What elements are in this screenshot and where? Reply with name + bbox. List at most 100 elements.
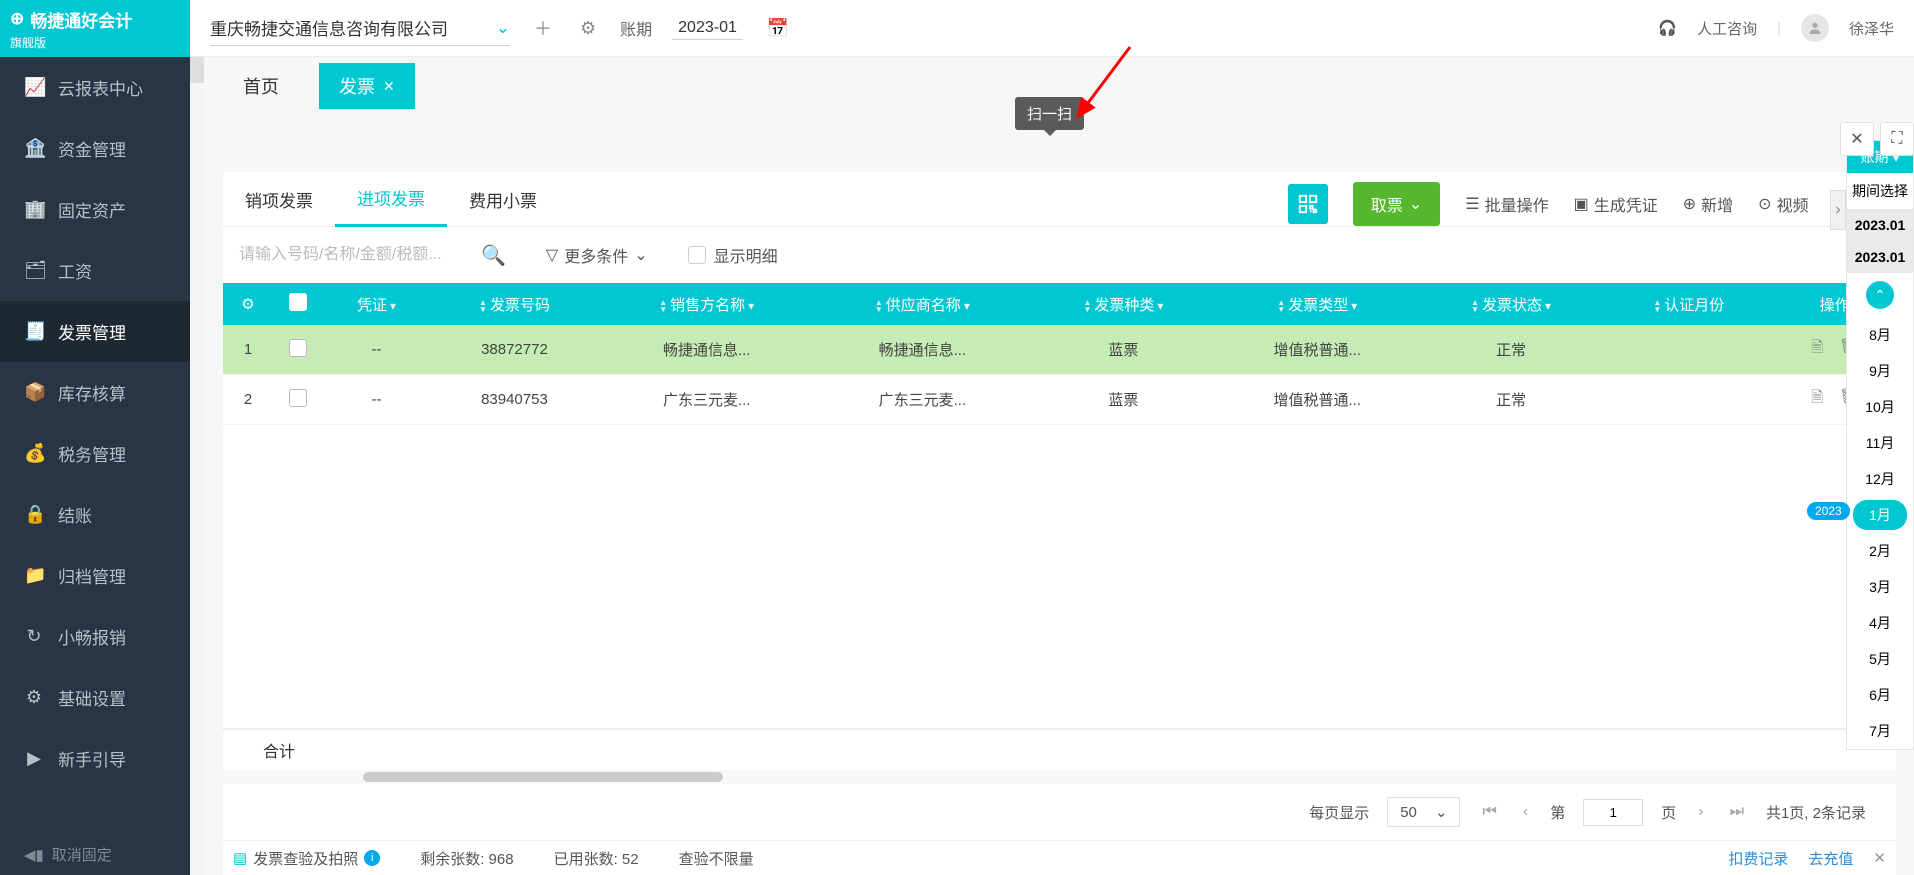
gear-icon[interactable]: ⚙: [241, 296, 254, 313]
sidebar-icon: 🔒: [24, 504, 44, 525]
calendar-icon[interactable]: 📅: [763, 14, 793, 43]
user-name[interactable]: 徐泽华: [1849, 18, 1894, 39]
period-select-label[interactable]: 期间选择: [1847, 173, 1913, 209]
period-value[interactable]: 2023-01: [672, 17, 743, 40]
list-icon: ☰: [1465, 194, 1479, 214]
invoice-type-tabs: 销项发票 进项发票 费用小票 取票⌄ ☰批量操作 ▣生成凭证 ⊕新增 ⊙视频 ↻…: [223, 172, 1896, 227]
batch-action[interactable]: ☰批量操作: [1465, 192, 1548, 216]
period-month[interactable]: 8月: [1847, 317, 1913, 353]
close-icon[interactable]: ✕: [383, 78, 395, 95]
last-page-button[interactable]: ⏭: [1726, 799, 1748, 825]
page-input[interactable]: [1583, 799, 1643, 826]
col-status[interactable]: ▲▼发票状态▾: [1418, 283, 1605, 325]
col-cert-month[interactable]: ▲▼认证月份: [1604, 283, 1773, 325]
search-icon[interactable]: 🔍: [481, 243, 506, 268]
col-type[interactable]: ▲▼发票类型▾: [1217, 283, 1418, 325]
plus-icon[interactable]: ＋: [530, 11, 556, 45]
collapse-period-panel[interactable]: ›: [1830, 190, 1846, 230]
avatar[interactable]: [1801, 14, 1829, 42]
period-month[interactable]: 6月: [1847, 677, 1913, 713]
sidebar-item[interactable]: 🧾发票管理: [0, 301, 190, 362]
fee-record-link[interactable]: 扣费记录: [1728, 848, 1788, 869]
col-supplier[interactable]: ▲▼供应商名称▾: [815, 283, 1031, 325]
video-action[interactable]: ⊙视频: [1758, 192, 1808, 216]
gen-voucher-action[interactable]: ▣生成凭证: [1574, 192, 1658, 216]
close-icon[interactable]: ✕: [1873, 849, 1886, 867]
period-month[interactable]: 2月: [1847, 533, 1913, 569]
per-page-label: 每页显示: [1309, 802, 1369, 823]
table-row[interactable]: 2--83940753广东三元麦...广东三元麦...蓝票增值税普通...正常🗎…: [223, 375, 1896, 425]
brand-name: 畅捷通好会计: [30, 7, 132, 32]
chevron-down-icon: ⌄: [1435, 803, 1448, 821]
sidebar-item[interactable]: 📁归档管理: [0, 545, 190, 606]
horizontal-scrollbar[interactable]: [223, 770, 1896, 784]
view-icon[interactable]: 🗎: [1811, 337, 1823, 362]
close-tab-button[interactable]: ✕: [1840, 122, 1874, 156]
select-all-checkbox[interactable]: [289, 293, 307, 311]
table-row[interactable]: 1--38872772畅捷通信息...畅捷通信息...蓝票增值税普通...正常🗎…: [223, 325, 1896, 375]
sidebar-scrollbar[interactable]: [190, 57, 204, 83]
sidebar-label: 资金管理: [58, 136, 126, 161]
sub-tab-expense[interactable]: 费用小票: [447, 172, 559, 227]
company-selector[interactable]: 重庆畅捷交通信息咨询有限公司 ⌄: [210, 10, 510, 46]
qr-scan-button[interactable]: [1288, 184, 1328, 224]
next-page-button[interactable]: ›: [1694, 799, 1707, 825]
page-summary: 共1页, 2条记录: [1766, 802, 1866, 823]
add-action[interactable]: ⊕新增: [1683, 192, 1733, 216]
period-year-to[interactable]: 2023.01: [1847, 241, 1913, 273]
support-link[interactable]: 人工咨询: [1697, 18, 1757, 39]
total-row: 合计: [223, 728, 1896, 770]
col-number[interactable]: ▲▼发票号码: [430, 283, 599, 325]
col-seller[interactable]: ▲▼销售方名称▾: [599, 283, 815, 325]
sidebar-label: 库存核算: [58, 380, 126, 405]
sidebar-footer[interactable]: ◀▮取消固定: [0, 834, 190, 875]
period-month[interactable]: 5月: [1847, 641, 1913, 677]
brand-edition: 旗舰版: [10, 34, 180, 51]
sidebar-item[interactable]: 📈云报表中心: [0, 57, 190, 118]
period-month[interactable]: 4月: [1847, 605, 1913, 641]
sidebar-label: 新手引导: [58, 746, 126, 771]
get-invoice-button[interactable]: 取票⌄: [1353, 182, 1440, 226]
more-conditions[interactable]: ▽更多条件⌄: [546, 243, 648, 267]
recharge-link[interactable]: 去充值: [1808, 848, 1853, 869]
sidebar-item[interactable]: 🔒结账: [0, 484, 190, 545]
sidebar-item[interactable]: 💰税务管理: [0, 423, 190, 484]
prev-page-button[interactable]: ‹: [1519, 799, 1532, 825]
sidebar-item[interactable]: 🏢固定资产: [0, 179, 190, 240]
period-month[interactable]: 7月: [1847, 713, 1913, 749]
fullscreen-button[interactable]: ⛶: [1880, 122, 1914, 156]
search-input[interactable]: [239, 246, 469, 264]
period-month[interactable]: 12月: [1847, 461, 1913, 497]
tab-invoice[interactable]: 发票 ✕: [319, 63, 415, 109]
sub-tab-sales[interactable]: 销项发票: [223, 172, 335, 227]
tab-home[interactable]: 首页: [223, 63, 299, 109]
show-detail-toggle[interactable]: 显示明细: [688, 243, 778, 267]
info-icon[interactable]: i: [364, 850, 380, 866]
sidebar-label: 固定资产: [58, 197, 126, 222]
period-month[interactable]: 11月: [1847, 425, 1913, 461]
sub-tab-purchase[interactable]: 进项发票: [335, 172, 447, 227]
sidebar-label: 工资: [58, 258, 92, 283]
period-month[interactable]: 10月: [1847, 389, 1913, 425]
period-month[interactable]: 3月: [1847, 569, 1913, 605]
gear-icon[interactable]: ⚙: [576, 14, 600, 43]
scroll-up-button[interactable]: ⌃: [1866, 281, 1894, 309]
sidebar-item[interactable]: 🗂工资: [0, 240, 190, 301]
period-year-from[interactable]: 2023.01: [1847, 209, 1913, 241]
row-checkbox[interactable]: [289, 339, 307, 357]
col-voucher[interactable]: 凭证▾: [323, 283, 430, 325]
plus-circle-icon: ⊕: [1683, 194, 1696, 214]
first-page-button[interactable]: ⏮: [1478, 799, 1500, 825]
sidebar-item[interactable]: ▶新手引导: [0, 728, 190, 789]
view-icon[interactable]: 🗎: [1811, 387, 1823, 412]
period-month[interactable]: 9月: [1847, 353, 1913, 389]
sidebar-item[interactable]: ↻小畅报销: [0, 606, 190, 667]
sidebar-item[interactable]: ⚙基础设置: [0, 667, 190, 728]
bottom-title[interactable]: 发票查验及拍照: [253, 848, 358, 869]
page-size-select[interactable]: 50⌄: [1387, 797, 1460, 827]
col-kind[interactable]: ▲▼发票种类▾: [1030, 283, 1217, 325]
row-checkbox[interactable]: [289, 389, 307, 407]
sidebar-item[interactable]: 🏦资金管理: [0, 118, 190, 179]
period-month[interactable]: 1月2023: [1853, 500, 1907, 530]
sidebar-item[interactable]: 📦库存核算: [0, 362, 190, 423]
